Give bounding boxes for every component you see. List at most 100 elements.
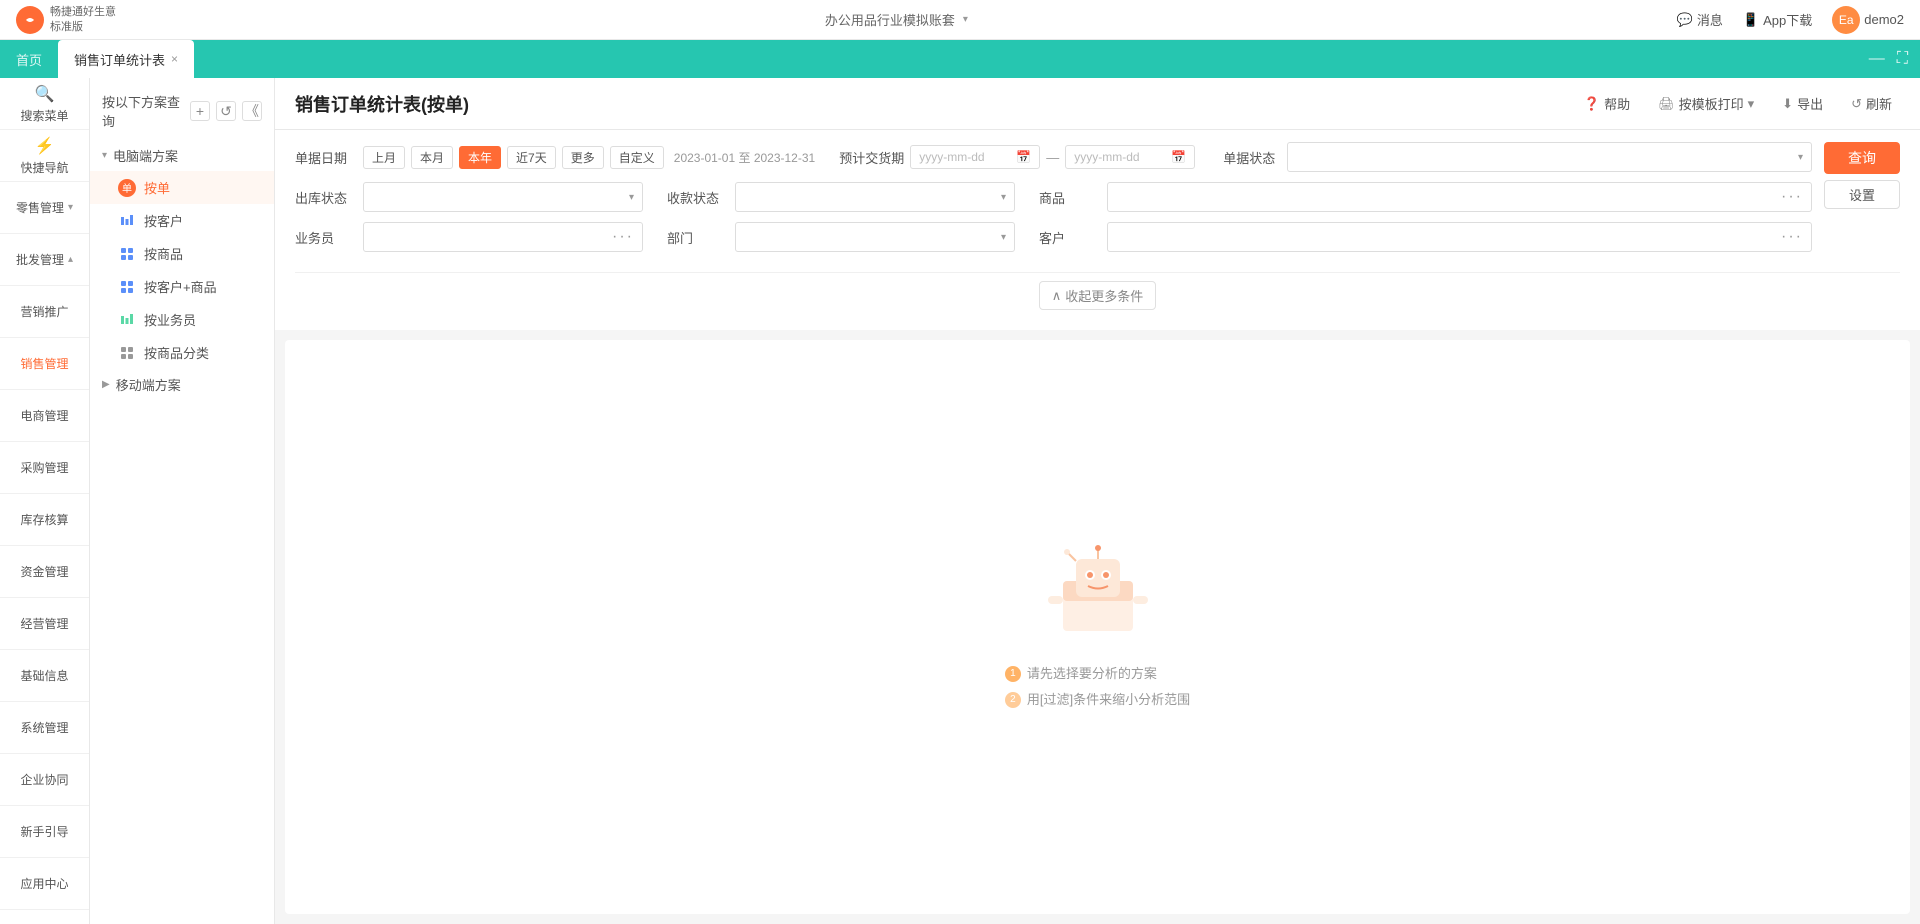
goods-label: 商品 xyxy=(1039,188,1095,207)
ship-status-arrow-icon: ▾ xyxy=(629,192,634,203)
tab-close-icon[interactable]: × xyxy=(171,52,178,66)
empty-hint-1: 1 请先选择要分析的方案 xyxy=(1005,661,1190,687)
page-title: 销售订单统计表(按单) xyxy=(295,91,469,117)
left-panel-title: 按以下方案查询 xyxy=(102,92,190,130)
download-icon: 📱 xyxy=(1743,12,1759,28)
scheme-icon-按客户 xyxy=(118,212,136,230)
date-btn-last7days[interactable]: 近7天 xyxy=(507,146,556,169)
query-btn[interactable]: 查询 xyxy=(1824,142,1900,174)
sidebar-item-basic[interactable]: 基础信息 xyxy=(0,650,89,702)
settings-btn[interactable]: 设置 xyxy=(1824,180,1900,209)
workspace-label: 办公用品行业模拟账套 xyxy=(825,10,955,29)
sidebar-item-newguide[interactable]: 新手引导 xyxy=(0,806,89,858)
filter-row-2: 出库状态 ▾ 收款状态 ▾ 商品 xyxy=(295,182,1812,212)
salesperson-more-icon: ··· xyxy=(612,228,634,246)
user-menu[interactable]: Ea demo2 xyxy=(1832,6,1904,34)
customer-select[interactable]: ··· xyxy=(1107,222,1812,252)
sidebar-item-sales[interactable]: 销售管理 xyxy=(0,338,89,390)
date-btn-this-month[interactable]: 本月 xyxy=(411,146,453,169)
refresh-scheme-btn[interactable]: ↺ xyxy=(216,101,236,121)
retail-arrow-icon: ▾ xyxy=(68,202,73,213)
doc-status-label: 单据状态 xyxy=(1223,148,1279,167)
collapse-scheme-btn[interactable]: 《 xyxy=(242,101,262,121)
right-panel: 销售订单统计表(按单) ❓ 帮助 🖨 按模板打印 ▾ xyxy=(275,78,1920,924)
mobile-section-arrow: ▶ xyxy=(102,379,110,390)
add-scheme-btn[interactable]: + xyxy=(190,101,210,121)
export-btn[interactable]: ⬇ 导出 xyxy=(1774,90,1831,117)
sidebar-item-wholesale[interactable]: 批发管理 ▴ xyxy=(0,234,89,286)
scheme-item-按商品分类[interactable]: 按商品分类 xyxy=(90,336,274,369)
sidebar-item-inventory[interactable]: 库存核算 xyxy=(0,494,89,546)
pc-scheme-section: ▾ 电脑端方案 单 按单 按客户 xyxy=(90,140,274,369)
refresh-btn[interactable]: ↺ 刷新 xyxy=(1843,90,1900,117)
ship-status-label: 出库状态 xyxy=(295,188,351,207)
date-quick-btns: 上月 本月 本年 近7天 更多 自定义 2023-01-01 至 2023-12… xyxy=(363,146,815,169)
help-icon: ❓ xyxy=(1584,96,1600,112)
scheme-icon-按业务员 xyxy=(118,311,136,329)
sidebar-item-purchase[interactable]: 采购管理 xyxy=(0,442,89,494)
sidebar-item-search[interactable]: 🔍 搜索菜单 xyxy=(0,78,89,130)
left-panel-header: 按以下方案查询 + ↺ 《 xyxy=(90,88,274,134)
collapse-up-icon: ∧ xyxy=(1052,288,1062,304)
sidebar-item-appcenter[interactable]: 应用中心 xyxy=(0,858,89,910)
goods-select[interactable]: ··· xyxy=(1107,182,1812,212)
app-download-btn[interactable]: 📱 App下载 xyxy=(1743,10,1812,29)
date-btn-last-month[interactable]: 上月 xyxy=(363,146,405,169)
expected-date-start-input[interactable]: yyyy-mm-dd 📅 xyxy=(910,145,1040,169)
left-panel: 按以下方案查询 + ↺ 《 ▾ 电脑端方案 单 按单 xyxy=(90,78,275,924)
workspace-selector[interactable]: 办公用品行业模拟账套 ▾ xyxy=(825,10,968,29)
collapse-btn[interactable]: ∧ 收起更多条件 xyxy=(1039,281,1157,310)
page-header: 销售订单统计表(按单) ❓ 帮助 🖨 按模板打印 ▾ xyxy=(275,78,1920,130)
date-btn-custom[interactable]: 自定义 xyxy=(610,146,664,169)
sidebar-item-operation[interactable]: 经营管理 xyxy=(0,598,89,650)
left-panel-icons: + ↺ 《 xyxy=(190,101,262,121)
help-btn[interactable]: ❓ 帮助 xyxy=(1576,90,1638,117)
scheme-icon-按商品分类 xyxy=(118,344,136,362)
print-btn[interactable]: 🖨 按模板打印 ▾ xyxy=(1650,90,1762,117)
tab-bar: 首页 销售订单统计表 × — ⛶ xyxy=(0,40,1920,78)
sidebar-item-enterprise[interactable]: 企业协同 xyxy=(0,754,89,806)
sidebar-item-marketing[interactable]: 营销推广 xyxy=(0,286,89,338)
sidebar-item-finance[interactable]: 资金管理 xyxy=(0,546,89,598)
tab-home[interactable]: 首页 xyxy=(0,40,58,78)
tab-maximize-icon[interactable]: ⛶ xyxy=(1897,50,1908,68)
scheme-item-按单[interactable]: 单 按单 xyxy=(90,171,274,204)
scheme-item-按商品[interactable]: 按商品 xyxy=(90,237,274,270)
department-select[interactable]: ▾ xyxy=(735,222,1015,252)
empty-state: 1 请先选择要分析的方案 2 用[过滤]条件来缩小分析范围 xyxy=(285,340,1910,914)
ship-status-select[interactable]: ▾ xyxy=(363,182,643,212)
cal-end-icon: 📅 xyxy=(1171,150,1186,164)
sidebar-item-corpwx[interactable]: 企业微信 xyxy=(0,910,89,924)
doc-status-select[interactable]: ▾ xyxy=(1287,142,1812,172)
header-left: 畅捷通好生意 标准版 xyxy=(16,5,116,34)
sidebar-item-system[interactable]: 系统管理 xyxy=(0,702,89,754)
payment-status-select[interactable]: ▾ xyxy=(735,182,1015,212)
payment-status-arrow-icon: ▾ xyxy=(1001,192,1006,203)
scheme-icon-按客户+商品 xyxy=(118,278,136,296)
date-separator: — xyxy=(1046,150,1059,165)
message-icon: 💬 xyxy=(1677,12,1693,28)
pc-section-arrow: ▾ xyxy=(102,150,107,161)
scheme-item-按客户[interactable]: 按客户 xyxy=(90,204,274,237)
tab-active[interactable]: 销售订单统计表 × xyxy=(58,40,194,78)
date-btn-more[interactable]: 更多 xyxy=(562,146,604,169)
step-2-icon: 2 xyxy=(1005,692,1021,708)
salesperson-select[interactable]: ··· xyxy=(363,222,643,252)
refresh-icon: ↺ xyxy=(1851,96,1862,112)
message-btn[interactable]: 💬 消息 xyxy=(1677,10,1723,29)
doc-status-arrow-icon: ▾ xyxy=(1798,152,1803,163)
mobile-section-title[interactable]: ▶ 移动端方案 xyxy=(90,369,274,400)
wholesale-arrow-icon: ▴ xyxy=(68,254,73,265)
scheme-item-按业务员[interactable]: 按业务员 xyxy=(90,303,274,336)
scheme-icon-按商品 xyxy=(118,245,136,263)
expected-date-end-input[interactable]: yyyy-mm-dd 📅 xyxy=(1065,145,1195,169)
top-header: 畅捷通好生意 标准版 办公用品行业模拟账套 ▾ 💬 消息 📱 App下载 Ea … xyxy=(0,0,1920,40)
sidebar-item-retail[interactable]: 零售管理 ▾ xyxy=(0,182,89,234)
sidebar-item-ecommerce[interactable]: 电商管理 xyxy=(0,390,89,442)
tab-minimize-icon[interactable]: — xyxy=(1869,50,1885,68)
mobile-scheme-section: ▶ 移动端方案 xyxy=(90,369,274,400)
sidebar-item-shortcut[interactable]: ⚡ 快捷导航 xyxy=(0,130,89,182)
scheme-item-按客户+商品[interactable]: 按客户+商品 xyxy=(90,270,274,303)
date-btn-this-year[interactable]: 本年 xyxy=(459,146,501,169)
pc-section-title[interactable]: ▾ 电脑端方案 xyxy=(90,140,274,171)
